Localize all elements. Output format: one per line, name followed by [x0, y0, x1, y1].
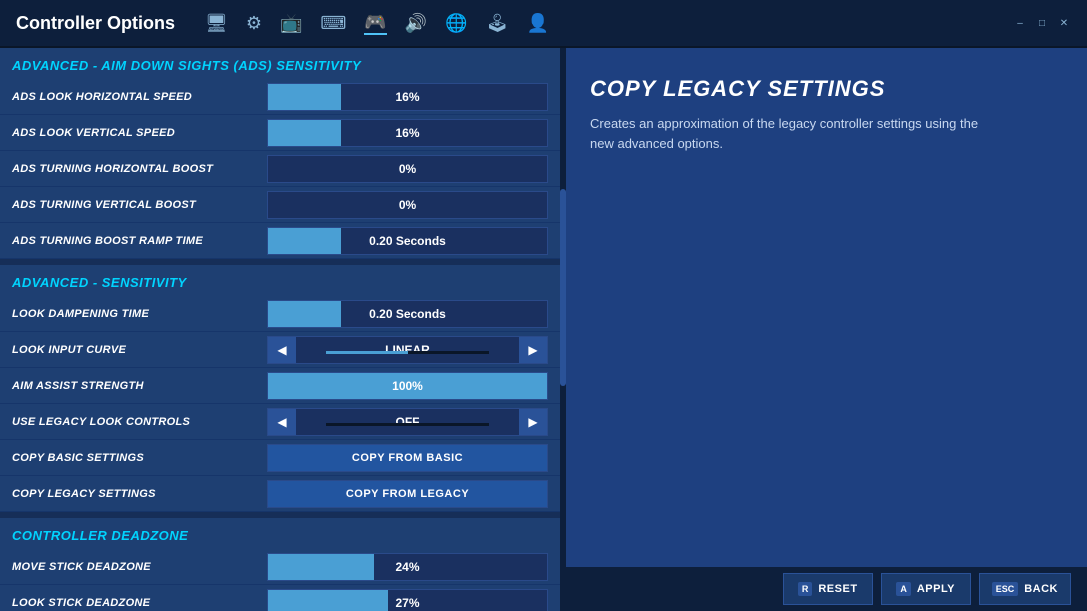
- copy-legacy-control: COPY FROM LEGACY: [267, 480, 548, 508]
- look-dampening-control[interactable]: 0.20 Seconds: [267, 300, 548, 328]
- aim-assist-control[interactable]: 100%: [267, 372, 548, 400]
- move-stick-control[interactable]: 24%: [267, 553, 548, 581]
- use-legacy-control: ◀ OFF ▶: [267, 408, 548, 436]
- ads-turning-horizontal-label: ADS TURNING HORIZONTAL BOOST: [12, 163, 267, 175]
- use-legacy-value: OFF: [396, 415, 420, 429]
- use-legacy-value-container: OFF: [296, 415, 519, 429]
- look-stick-label: LOOK STICK DEADZONE: [12, 597, 267, 609]
- look-input-curve-value: LINEAR: [385, 343, 430, 357]
- monitor-icon[interactable]: 🖥: [205, 13, 228, 34]
- network-icon[interactable]: 🌐: [445, 13, 467, 34]
- use-legacy-right-btn[interactable]: ▶: [519, 409, 547, 435]
- look-input-curve-left-btn[interactable]: ◀: [268, 337, 296, 363]
- reset-key: R: [798, 582, 813, 596]
- row-move-stick: MOVE STICK DEADZONE 24%: [0, 549, 560, 585]
- look-input-curve-right-btn[interactable]: ▶: [519, 337, 547, 363]
- look-input-curve-value-container: LINEAR: [296, 343, 519, 357]
- copy-legacy-description: Creates an approximation of the legacy c…: [590, 114, 990, 153]
- row-ads-turning-ramp: ADS TURNING BOOST RAMP TIME 0.20 Seconds: [0, 223, 560, 259]
- copy-from-basic-button[interactable]: COPY FROM BASIC: [268, 445, 547, 471]
- section-sensitivity-header: ADVANCED - SENSITIVITY: [0, 265, 560, 296]
- reset-label: RESET: [818, 583, 857, 595]
- main-layout: ADVANCED - AIM DOWN SIGHTS (ADS) SENSITI…: [0, 48, 1087, 611]
- keyboard-icon[interactable]: ⌨: [320, 13, 346, 34]
- aim-assist-value: 100%: [268, 379, 547, 393]
- use-legacy-bar: [326, 423, 489, 426]
- copy-basic-label: COPY BASIC SETTINGS: [12, 452, 267, 464]
- use-legacy-left-btn[interactable]: ◀: [268, 409, 296, 435]
- minimize-button[interactable]: –: [1013, 16, 1027, 30]
- copy-legacy-label: COPY LEGACY SETTINGS: [12, 488, 267, 500]
- row-copy-legacy: COPY LEGACY SETTINGS COPY FROM LEGACY: [0, 476, 560, 512]
- row-look-dampening: LOOK DAMPENING TIME 0.20 Seconds: [0, 296, 560, 332]
- look-input-curve-control: ◀ LINEAR ▶: [267, 336, 548, 364]
- window-title: Controller Options: [16, 13, 175, 34]
- copy-legacy-section-title: COPY LEGACY SETTINGS: [590, 76, 1063, 102]
- back-key: ESC: [992, 582, 1019, 596]
- move-stick-label: MOVE STICK DEADZONE: [12, 561, 267, 573]
- row-ads-look-horizontal: ADS LOOK HORIZONTAL SPEED 16%: [0, 79, 560, 115]
- section-deadzone-header: CONTROLLER DEADZONE: [0, 518, 560, 549]
- ads-look-vertical-label: ADS LOOK VERTICAL SPEED: [12, 127, 267, 139]
- ads-turning-horizontal-value: 0%: [268, 162, 547, 176]
- right-panel: COPY LEGACY SETTINGS Creates an approxim…: [566, 48, 1087, 611]
- ads-turning-ramp-control[interactable]: 0.20 Seconds: [267, 227, 548, 255]
- close-button[interactable]: ✕: [1057, 16, 1071, 30]
- ads-look-horizontal-value: 16%: [268, 90, 547, 104]
- apply-button[interactable]: A APPLY: [881, 573, 971, 605]
- ads-look-horizontal-control[interactable]: 16%: [267, 83, 548, 111]
- ads-look-horizontal-label: ADS LOOK HORIZONTAL SPEED: [12, 91, 267, 103]
- maximize-button[interactable]: □: [1035, 16, 1049, 30]
- ads-turning-ramp-value: 0.20 Seconds: [268, 234, 547, 248]
- bottom-bar: R RESET A APPLY ESC BACK: [566, 567, 1087, 611]
- row-ads-look-vertical: ADS LOOK VERTICAL SPEED 16%: [0, 115, 560, 151]
- ads-look-vertical-control[interactable]: 16%: [267, 119, 548, 147]
- use-legacy-label: USE LEGACY LOOK CONTROLS: [12, 416, 267, 428]
- section-ads-header: ADVANCED - AIM DOWN SIGHTS (ADS) SENSITI…: [0, 48, 560, 79]
- look-stick-control[interactable]: 27%: [267, 589, 548, 611]
- row-look-input-curve: LOOK INPUT CURVE ◀ LINEAR ▶: [0, 332, 560, 368]
- display-icon[interactable]: 📺: [280, 13, 302, 34]
- back-button[interactable]: ESC BACK: [979, 573, 1071, 605]
- look-dampening-label: LOOK DAMPENING TIME: [12, 308, 267, 320]
- controller-icon[interactable]: 🎮: [364, 12, 386, 35]
- reset-button[interactable]: R RESET: [783, 573, 873, 605]
- row-use-legacy: USE LEGACY LOOK CONTROLS ◀ OFF ▶: [0, 404, 560, 440]
- copy-from-legacy-button[interactable]: COPY FROM LEGACY: [268, 481, 547, 507]
- row-ads-turning-horizontal: ADS TURNING HORIZONTAL BOOST 0%: [0, 151, 560, 187]
- look-input-bar: [326, 351, 489, 354]
- copy-basic-control: COPY FROM BASIC: [267, 444, 548, 472]
- aim-assist-label: AIM ASSIST STRENGTH: [12, 380, 267, 392]
- row-look-stick: LOOK STICK DEADZONE 27%: [0, 585, 560, 611]
- nav-icons: 🖥 ⚙ 📺 ⌨ 🎮 🔊 🌐 🕹 👤: [205, 12, 549, 35]
- gamepad-icon[interactable]: 🕹: [486, 13, 509, 34]
- ads-look-vertical-value: 16%: [268, 126, 547, 140]
- row-copy-basic: COPY BASIC SETTINGS COPY FROM BASIC: [0, 440, 560, 476]
- gear-icon[interactable]: ⚙: [246, 13, 262, 34]
- ads-turning-vertical-value: 0%: [268, 198, 547, 212]
- title-bar: Controller Options 🖥 ⚙ 📺 ⌨ 🎮 🔊 🌐 🕹 👤 – □…: [0, 0, 1087, 48]
- row-ads-turning-vertical: ADS TURNING VERTICAL BOOST 0%: [0, 187, 560, 223]
- window-controls: – □ ✕: [1013, 16, 1071, 30]
- left-panel: ADVANCED - AIM DOWN SIGHTS (ADS) SENSITI…: [0, 48, 560, 611]
- ads-turning-vertical-control[interactable]: 0%: [267, 191, 548, 219]
- apply-label: APPLY: [917, 583, 955, 595]
- ads-turning-vertical-label: ADS TURNING VERTICAL BOOST: [12, 199, 267, 211]
- move-stick-value: 24%: [268, 560, 547, 574]
- row-aim-assist: AIM ASSIST STRENGTH 100%: [0, 368, 560, 404]
- look-dampening-value: 0.20 Seconds: [268, 307, 547, 321]
- audio-icon[interactable]: 🔊: [405, 13, 427, 34]
- look-input-curve-label: LOOK INPUT CURVE: [12, 344, 267, 356]
- ads-turning-horizontal-control[interactable]: 0%: [267, 155, 548, 183]
- back-label: BACK: [1024, 583, 1058, 595]
- apply-key: A: [896, 582, 911, 596]
- ads-turning-ramp-label: ADS TURNING BOOST RAMP TIME: [12, 235, 267, 247]
- user-icon[interactable]: 👤: [527, 13, 549, 34]
- look-stick-value: 27%: [268, 596, 547, 610]
